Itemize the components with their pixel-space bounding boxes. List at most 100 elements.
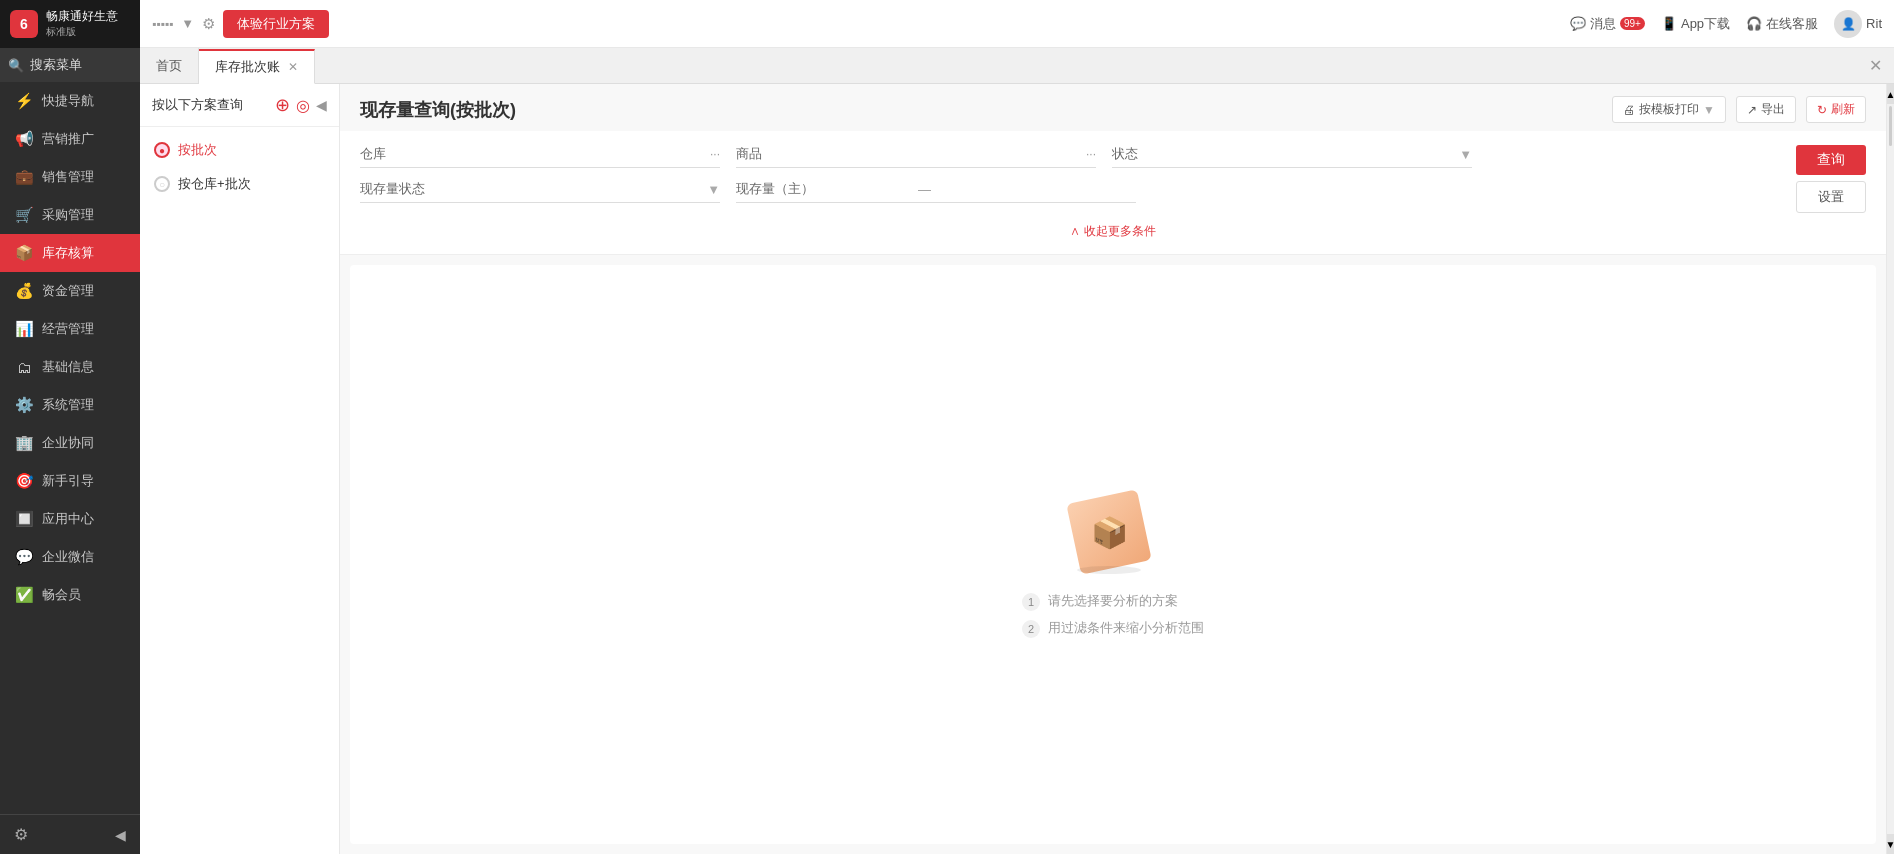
step-1-text: 请先选择要分析的方案	[1048, 592, 1178, 610]
settings-icon[interactable]: ⚙	[202, 15, 215, 33]
sidebar-item-vip[interactable]: ✅ 畅会员	[0, 576, 140, 614]
tab-home[interactable]: 首页	[140, 48, 199, 83]
appcenter-icon: 🔲	[14, 510, 34, 528]
system-icon: ⚙️	[14, 396, 34, 414]
trial-btn[interactable]: 体验行业方案	[223, 10, 329, 38]
print-btn[interactable]: 🖨 按模板打印 ▼	[1612, 96, 1726, 123]
sidebar-item-purchase[interactable]: 🛒 采购管理	[0, 196, 140, 234]
scheme-dot-active: ●	[154, 142, 170, 158]
search-icon: 🔍	[8, 58, 24, 73]
inventory-status-label: 现存量状态	[360, 180, 425, 198]
inventory-icon: 📦	[14, 244, 34, 262]
operations-icon: 📊	[14, 320, 34, 338]
sales-icon: 💼	[14, 168, 34, 186]
nav-item-label: 库存核算	[42, 244, 94, 262]
topbar-right: 💬 消息 99+ 📱 App下载 🎧 在线客服 👤 Rit	[1570, 10, 1882, 38]
nav-item-label: 销售管理	[42, 168, 94, 186]
scheme-dot-inactive: ○	[154, 176, 170, 192]
step-2-text: 用过滤条件来缩小分析范围	[1048, 619, 1204, 637]
sidebar-item-appcenter[interactable]: 🔲 应用中心	[0, 500, 140, 538]
messages-badge: 99+	[1620, 17, 1645, 30]
nav-item-label: 企业协同	[42, 434, 94, 452]
scheme-list: ● 按批次 ○ 按仓库+批次	[140, 127, 339, 207]
scheme-item-warehouse-batch[interactable]: ○ 按仓库+批次	[140, 167, 339, 201]
print-dropdown-icon[interactable]: ▼	[1703, 103, 1715, 117]
add-scheme-icon[interactable]: ⊕	[275, 94, 290, 116]
sidebar-item-guide[interactable]: 🎯 新手引导	[0, 462, 140, 500]
sidebar-item-shortcuts[interactable]: ⚡ 快捷导航	[0, 82, 140, 120]
sidebar-item-corp[interactable]: 🏢 企业协同	[0, 424, 140, 462]
sidebar-item-wechat[interactable]: 💬 企业微信	[0, 538, 140, 576]
left-panel-header: 按以下方案查询 ⊕ ◎ ◀	[140, 84, 339, 127]
footer-collapse-icon[interactable]: ◀	[115, 827, 126, 843]
guide-icon: 🎯	[14, 472, 34, 490]
export-btn[interactable]: ↗ 导出	[1736, 96, 1796, 123]
basic-icon: 🗂	[14, 359, 34, 376]
nav-item-label: 快捷导航	[42, 92, 94, 110]
messages-item[interactable]: 💬 消息 99+	[1570, 15, 1645, 33]
sidebar-item-operations[interactable]: 📊 经营管理	[0, 310, 140, 348]
scroll-up-btn[interactable]: ▲	[1887, 84, 1894, 104]
online-support-item[interactable]: 🎧 在线客服	[1746, 15, 1818, 33]
scheme-settings-icon[interactable]: ◎	[296, 96, 310, 115]
scheme-item-batch[interactable]: ● 按批次	[140, 133, 339, 167]
qty-from-input[interactable]	[830, 182, 910, 197]
product-label: 商品	[736, 145, 762, 163]
empty-state: 📦 1 请先选择要分析的方案 2 用过滤条件来缩小分析范围	[350, 265, 1876, 844]
scheme-label: 按批次	[178, 141, 217, 159]
tab-bar-close-icon[interactable]: ✕	[1869, 56, 1882, 75]
app-title: 畅康通好生意	[46, 9, 118, 25]
tab-close-icon[interactable]: ✕	[288, 60, 298, 74]
footer-settings-icon[interactable]: ⚙	[14, 825, 28, 844]
warehouse-input[interactable]	[394, 147, 704, 162]
nav-item-label: 基础信息	[42, 358, 94, 376]
nav-item-label: 应用中心	[42, 510, 94, 528]
message-icon: 💬	[1570, 16, 1586, 31]
sidebar-item-system[interactable]: ⚙️ 系统管理	[0, 386, 140, 424]
sidebar-item-basic[interactable]: 🗂 基础信息	[0, 348, 140, 386]
tab-bar: 首页 库存批次账 ✕ ✕	[140, 48, 1894, 84]
filter-status-group[interactable]: 状态 ▼	[1112, 145, 1472, 168]
scroll-thumb[interactable]	[1889, 106, 1892, 146]
collapse-more-btn[interactable]: ∧ 收起更多条件	[360, 215, 1866, 244]
settings-btn[interactable]: 设置	[1796, 181, 1866, 213]
inventory-status-dropdown-icon[interactable]: ▼	[707, 182, 720, 197]
corp-icon: 🏢	[14, 434, 34, 452]
filter-inventory-status-group: 现存量状态 ▼	[360, 180, 720, 203]
sidebar-item-sales[interactable]: 💼 销售管理	[0, 158, 140, 196]
query-btn[interactable]: 查询	[1796, 145, 1866, 175]
nav-item-label: 系统管理	[42, 396, 94, 414]
tab-inventory-batch[interactable]: 库存批次账 ✕	[199, 49, 315, 84]
wechat-icon: 💬	[14, 548, 34, 566]
step-1-num: 1	[1022, 593, 1040, 611]
search-menu[interactable]: 🔍 搜索菜单	[0, 48, 140, 82]
product-input[interactable]	[770, 147, 1080, 162]
right-main: 现存量查询(按批次) 🖨 按模板打印 ▼ ↗ 导出 ↻ 刷新	[340, 84, 1886, 854]
qty-label: 现存量（主）	[736, 180, 814, 198]
app-subtitle: 标准版	[46, 25, 118, 39]
sidebar-item-finance[interactable]: 💰 资金管理	[0, 272, 140, 310]
warehouse-label: 仓库	[360, 145, 386, 163]
page-actions: 🖨 按模板打印 ▼ ↗ 导出 ↻ 刷新	[1612, 96, 1866, 123]
content-area: 按以下方案查询 ⊕ ◎ ◀ ● 按批次 ○ 按仓库+批次	[140, 84, 1894, 854]
filter-row-2: 现存量状态 ▼ 现存量（主） —	[360, 180, 1866, 203]
nav-item-label: 畅会员	[42, 586, 81, 604]
scroll-down-btn[interactable]: ▼	[1887, 834, 1894, 854]
warehouse-more-icon[interactable]: ···	[710, 147, 720, 161]
sidebar-item-marketing[interactable]: 📢 营销推广	[0, 120, 140, 158]
sidebar-item-inventory[interactable]: 📦 库存核算	[0, 234, 140, 272]
purchase-icon: 🛒	[14, 206, 34, 224]
app-download-item[interactable]: 📱 App下载	[1661, 15, 1730, 33]
status-dropdown-icon: ▼	[1459, 147, 1472, 162]
sidebar-header: 6 畅康通好生意 标准版	[0, 0, 140, 48]
qty-to-input[interactable]	[939, 182, 1019, 197]
main-area: ▪▪▪▪▪ ▼ ⚙ 体验行业方案 💬 消息 99+ 📱 App下载 🎧 在线客服…	[140, 0, 1894, 854]
product-more-icon[interactable]: ···	[1086, 147, 1096, 161]
panel-collapse-icon[interactable]: ◀	[316, 97, 327, 113]
empty-steps: 1 请先选择要分析的方案 2 用过滤条件来缩小分析范围	[1022, 588, 1204, 642]
dropdown-icon[interactable]: ▼	[181, 16, 194, 31]
user-profile[interactable]: 👤 Rit	[1834, 10, 1882, 38]
avatar: 👤	[1834, 10, 1862, 38]
refresh-btn[interactable]: ↻ 刷新	[1806, 96, 1866, 123]
status-label: 状态	[1112, 145, 1138, 163]
